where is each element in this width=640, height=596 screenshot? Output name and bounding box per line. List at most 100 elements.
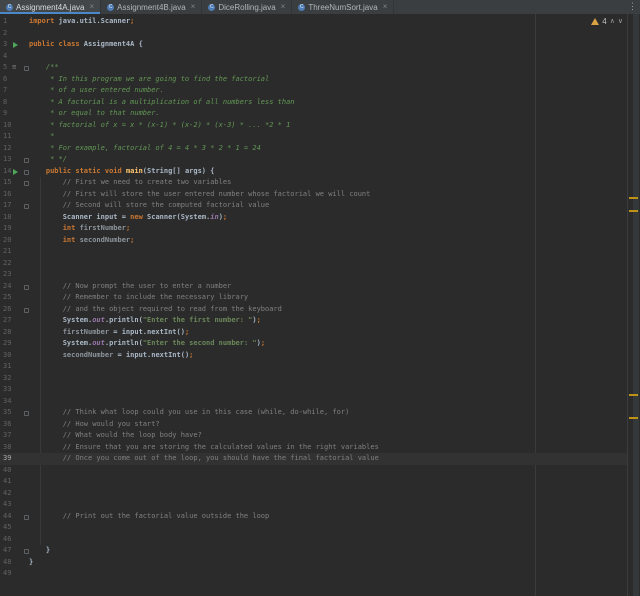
chevron-down-icon[interactable]: ∨ bbox=[618, 18, 623, 26]
code-line-12[interactable]: 12 * For example, factorial of 4 = 4 * 3… bbox=[0, 143, 628, 155]
code-line-22[interactable]: 22 bbox=[0, 258, 628, 270]
code-line-26[interactable]: 26 // and the object required to read fr… bbox=[0, 304, 628, 316]
tab-close-icon[interactable]: × bbox=[191, 3, 196, 11]
code-line-48[interactable]: 48} bbox=[0, 557, 628, 569]
line-number[interactable]: 30 bbox=[0, 350, 29, 362]
line-number[interactable]: 10 bbox=[0, 120, 29, 132]
line-number[interactable]: 19 bbox=[0, 223, 29, 235]
code-line-17[interactable]: 17 // Second will store the computed fac… bbox=[0, 200, 628, 212]
code-line-46[interactable]: 46 bbox=[0, 534, 628, 546]
tab-close-icon[interactable]: × bbox=[89, 3, 94, 11]
code-line-31[interactable]: 31 bbox=[0, 361, 628, 373]
code-line-20[interactable]: 20 int secondNumber; bbox=[0, 235, 628, 247]
line-number[interactable]: 38 bbox=[0, 442, 29, 454]
code-line-49[interactable]: 49 bbox=[0, 568, 628, 580]
line-number[interactable]: 8 bbox=[0, 97, 29, 109]
line-number[interactable]: 1 bbox=[0, 16, 29, 28]
code-line-47[interactable]: 47 } bbox=[0, 545, 628, 557]
code-line-27[interactable]: 27 System.out.println("Enter the first n… bbox=[0, 315, 628, 327]
line-number[interactable]: 36 bbox=[0, 419, 29, 431]
code-line-14[interactable]: 14 public static void main(String[] args… bbox=[0, 166, 628, 178]
tab-close-icon[interactable]: × bbox=[383, 3, 388, 11]
tab-Assignment4B.java[interactable]: C Assignment4B.java × bbox=[101, 0, 203, 14]
fold-marker-icon[interactable] bbox=[24, 549, 29, 554]
code-line-39[interactable]: 39 // Once you come out of the loop, you… bbox=[0, 453, 628, 465]
line-number[interactable]: 3 bbox=[0, 39, 29, 51]
code-line-11[interactable]: 11 * bbox=[0, 131, 628, 143]
code-line-34[interactable]: 34 bbox=[0, 396, 628, 408]
fold-marker-icon[interactable] bbox=[24, 307, 29, 313]
code-line-8[interactable]: 8 * A factorial is a multiplication of a… bbox=[0, 97, 628, 109]
line-number[interactable]: 16 bbox=[0, 189, 29, 201]
code-line-36[interactable]: 36 // How would you start? bbox=[0, 419, 628, 431]
line-number[interactable]: 32 bbox=[0, 373, 29, 385]
code-area[interactable]: 1 import java.util.Scanner; 2 3 public class… bbox=[0, 14, 640, 580]
run-arrow-icon[interactable] bbox=[13, 168, 18, 175]
line-number[interactable]: 26 bbox=[0, 304, 29, 316]
code-line-4[interactable]: 4 bbox=[0, 51, 628, 63]
code-editor[interactable]: 1 import java.util.Scanner; 2 3 public class… bbox=[0, 14, 640, 596]
tab-Assignment4A.java[interactable]: C Assignment4A.java × bbox=[0, 0, 102, 14]
tab-DiceRolling.java[interactable]: C DiceRolling.java × bbox=[202, 0, 293, 14]
code-line-44[interactable]: 44 // Print out the factorial value outs… bbox=[0, 511, 628, 523]
line-number[interactable]: 45 bbox=[0, 522, 29, 534]
code-line-21[interactable]: 21 bbox=[0, 246, 628, 258]
code-line-5[interactable]: 5 ≡ /** bbox=[0, 62, 628, 74]
code-line-43[interactable]: 43 bbox=[0, 499, 628, 511]
line-number[interactable]: 17 bbox=[0, 200, 29, 212]
code-line-16[interactable]: 16 // First will store the user entered … bbox=[0, 189, 628, 201]
warning-count[interactable]: 4 bbox=[602, 17, 606, 26]
code-line-29[interactable]: 29 System.out.println("Enter the second … bbox=[0, 338, 628, 350]
error-stripe-scrollbar[interactable] bbox=[627, 14, 640, 596]
line-number[interactable]: 18 bbox=[0, 212, 29, 224]
line-number[interactable]: 43 bbox=[0, 499, 29, 511]
code-line-6[interactable]: 6 * In this program we are going to find… bbox=[0, 74, 628, 86]
line-number[interactable]: 27 bbox=[0, 315, 29, 327]
tab-ThreeNumSort.java[interactable]: C ThreeNumSort.java × bbox=[292, 0, 395, 14]
line-number[interactable]: 6 bbox=[0, 74, 29, 86]
code-line-2[interactable]: 2 bbox=[0, 28, 628, 40]
code-line-35[interactable]: 35 // Think what loop could you use in t… bbox=[0, 407, 628, 419]
code-line-40[interactable]: 40 bbox=[0, 465, 628, 477]
line-number[interactable]: 22 bbox=[0, 258, 29, 270]
line-number[interactable]: 21 bbox=[0, 246, 29, 258]
line-number[interactable]: 33 bbox=[0, 384, 29, 396]
warning-stripe-mark[interactable] bbox=[629, 197, 638, 199]
code-line-33[interactable]: 33 bbox=[0, 384, 628, 396]
fold-lines-icon[interactable]: ≡ bbox=[12, 62, 16, 74]
fold-marker-icon[interactable] bbox=[24, 204, 29, 209]
code-line-45[interactable]: 45 bbox=[0, 522, 628, 534]
line-number[interactable]: 47 bbox=[0, 545, 29, 557]
code-line-1[interactable]: 1 import java.util.Scanner; bbox=[0, 16, 628, 28]
line-number[interactable]: 46 bbox=[0, 534, 29, 546]
code-line-32[interactable]: 32 bbox=[0, 373, 628, 385]
code-line-3[interactable]: 3 public class Assignment4A { bbox=[0, 39, 628, 51]
line-number[interactable]: 25 bbox=[0, 292, 29, 304]
run-arrow-icon[interactable] bbox=[13, 42, 18, 48]
line-number[interactable]: 28 bbox=[0, 327, 29, 339]
code-line-13[interactable]: 13 * */ bbox=[0, 154, 628, 166]
line-number[interactable]: 5 ≡ bbox=[0, 62, 29, 74]
code-line-41[interactable]: 41 bbox=[0, 476, 628, 488]
tab-options-kebab-icon[interactable]: ⋮ bbox=[628, 0, 637, 14]
chevron-up-icon[interactable]: ∧ bbox=[610, 18, 615, 26]
line-number[interactable]: 40 bbox=[0, 465, 29, 477]
scrollbar-thumb[interactable] bbox=[633, 14, 639, 596]
fold-marker-icon[interactable] bbox=[24, 284, 29, 290]
code-line-30[interactable]: 30 secondNumber = input.nextInt(); bbox=[0, 350, 628, 362]
line-number[interactable]: 2 bbox=[0, 28, 29, 40]
code-line-37[interactable]: 37 // What would the loop body have? bbox=[0, 430, 628, 442]
inspections-widget[interactable]: 4 ∧ ∨ bbox=[591, 17, 623, 26]
code-line-10[interactable]: 10 * factorial of x = x * (x-1) * (x-2) … bbox=[0, 120, 628, 132]
line-number[interactable]: 20 bbox=[0, 235, 29, 247]
warning-stripe-mark[interactable] bbox=[629, 210, 638, 212]
line-number[interactable]: 39 bbox=[0, 453, 29, 465]
warning-stripe-mark[interactable] bbox=[629, 394, 638, 396]
code-line-19[interactable]: 19 int firstNumber; bbox=[0, 223, 628, 235]
fold-marker-icon[interactable] bbox=[24, 158, 29, 163]
line-number[interactable]: 13 bbox=[0, 154, 29, 166]
warning-stripe-mark[interactable] bbox=[629, 417, 638, 419]
line-number[interactable]: 49 bbox=[0, 568, 29, 580]
code-line-25[interactable]: 25 // Remember to include the necessary … bbox=[0, 292, 628, 304]
code-line-7[interactable]: 7 * of a user entered number. bbox=[0, 85, 628, 97]
